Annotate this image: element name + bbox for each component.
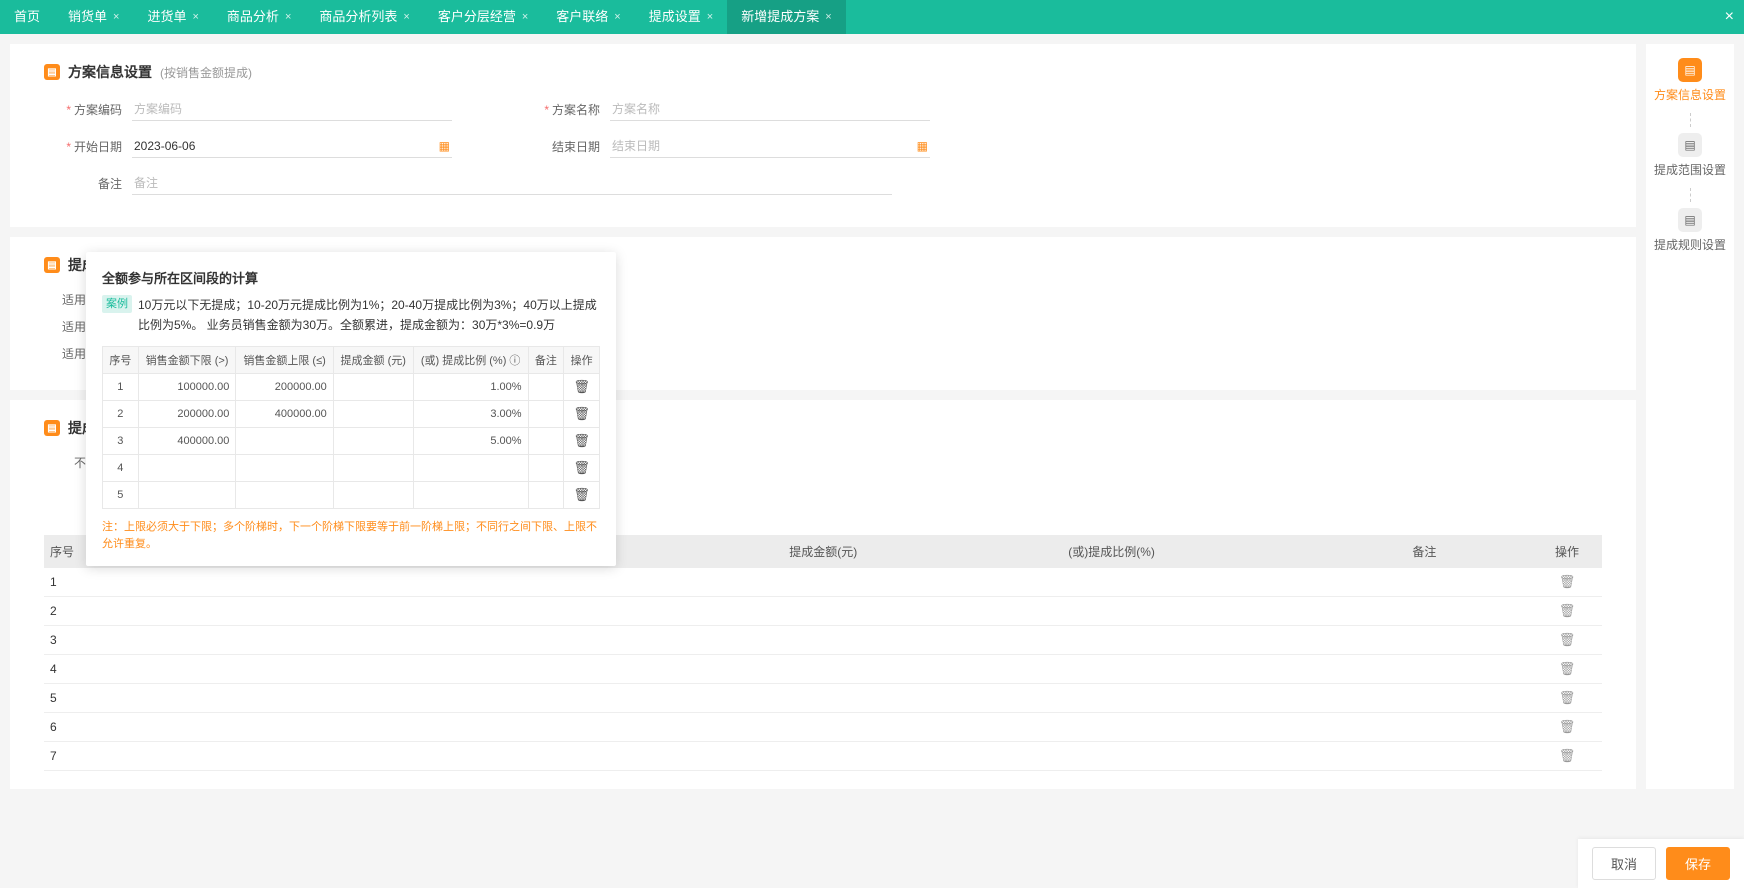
panel-icon: ▤ <box>44 64 60 80</box>
calendar-icon[interactable]: ▦ <box>917 139 928 153</box>
delete-icon[interactable]: 🗑 <box>564 481 600 508</box>
delete-icon[interactable]: 🗑 <box>1532 568 1602 597</box>
col-op: 操作 <box>1532 535 1602 568</box>
close-all-icon[interactable]: × <box>1725 8 1734 26</box>
delete-icon[interactable]: 🗑 <box>1532 742 1602 771</box>
rules-table: 序号 销售金额下限(>) 销售金额上限(≤) 提成金额(元) (或)提成比例(%… <box>44 535 1602 771</box>
anchor-nav: ▤ 方案信息设置 ▤ 提成范围设置 ▤ 提成规则设置 <box>1646 44 1734 789</box>
panel-plan-info: ▤ 方案信息设置 (按销售金额提成) 方案编码 方案名称 开始日期 <box>10 44 1636 227</box>
tooltip-table: 序号 销售金额下限 (>) 销售金额上限 (≤) 提成金额 (元) (或) 提成… <box>102 346 600 509</box>
close-icon[interactable]: × <box>285 0 291 34</box>
calendar-icon[interactable]: ▦ <box>439 139 450 153</box>
delete-icon[interactable]: 🗑 <box>564 400 600 427</box>
delete-icon[interactable]: 🗑 <box>1532 713 1602 742</box>
table-row[interactable]: 4🗑 <box>44 655 1602 684</box>
tooltip-title: 全额参与所在区间段的计算 <box>102 268 600 287</box>
step-icon: ▤ <box>1678 58 1702 82</box>
delete-icon[interactable]: 🗑 <box>564 427 600 454</box>
tab-home[interactable]: 首页 <box>0 0 54 34</box>
close-icon[interactable]: × <box>403 0 409 34</box>
tab-item[interactable]: 进货单× <box>133 0 212 34</box>
table-row[interactable]: 5🗑 <box>44 684 1602 713</box>
close-icon[interactable]: × <box>825 0 831 34</box>
close-icon[interactable]: × <box>113 0 119 34</box>
table-row: 5🗑 <box>103 481 600 508</box>
step-icon: ▤ <box>1678 133 1702 157</box>
code-input[interactable] <box>132 98 452 121</box>
table-row: 1100000.00200000.001.00%🗑 <box>103 373 600 400</box>
table-row[interactable]: 3🗑 <box>44 626 1602 655</box>
table-row[interactable]: 6🗑 <box>44 713 1602 742</box>
name-input[interactable] <box>610 98 930 121</box>
tab-item[interactable]: 提成设置× <box>635 0 727 34</box>
label-start: 开始日期 <box>54 138 122 155</box>
delete-icon[interactable]: 🗑 <box>564 373 600 400</box>
anchor-step-rules[interactable]: ▤ 提成规则设置 <box>1652 208 1728 253</box>
start-date-input[interactable] <box>132 135 452 158</box>
tooltip-badge: 案例 <box>102 295 132 313</box>
label-end: 结束日期 <box>532 138 600 155</box>
table-row: 2200000.00400000.003.00%🗑 <box>103 400 600 427</box>
label-name: 方案名称 <box>532 101 600 118</box>
label-code: 方案编码 <box>54 101 122 118</box>
note-input[interactable] <box>132 172 892 195</box>
end-date-input[interactable] <box>610 135 930 158</box>
tab-bar: 首页 销货单× 进货单× 商品分析× 商品分析列表× 客户分层经营× 客户联络×… <box>0 0 1744 34</box>
delete-icon[interactable]: 🗑 <box>1532 626 1602 655</box>
table-row[interactable]: 2🗑 <box>44 597 1602 626</box>
delete-icon[interactable]: 🗑 <box>564 454 600 481</box>
delete-icon[interactable]: 🗑 <box>1532 597 1602 626</box>
col-note: 备注 <box>1406 535 1532 568</box>
tooltip-desc: 10万元以下无提成；10-20万元提成比例为1%；20-40万提成比例为3%；4… <box>138 295 600 336</box>
tab-item[interactable]: 客户联络× <box>542 0 634 34</box>
table-row: 4🗑 <box>103 454 600 481</box>
panel-icon: ▤ <box>44 420 60 436</box>
delete-icon[interactable]: 🗑 <box>1532 655 1602 684</box>
tab-item[interactable]: 商品分析列表× <box>305 0 423 34</box>
close-icon[interactable]: × <box>522 0 528 34</box>
panel-subtitle: (按销售金额提成) <box>160 64 252 81</box>
label-note: 备注 <box>54 175 122 192</box>
footer-bar: 取消 保存 <box>1578 839 1744 888</box>
tooltip-note: 注：上限必须大于下限；多个阶梯时，下一个阶梯下限要等于前一阶梯上限；不同行之间下… <box>102 519 600 554</box>
table-row[interactable]: 1🗑 <box>44 568 1602 597</box>
anchor-step-scope[interactable]: ▤ 提成范围设置 <box>1652 133 1728 178</box>
calc-rule-tooltip: 全额参与所在区间段的计算 案例 10万元以下无提成；10-20万元提成比例为1%… <box>86 252 616 566</box>
table-row: 3400000.005.00%🗑 <box>103 427 600 454</box>
save-button[interactable]: 保存 <box>1666 847 1730 880</box>
tab-item[interactable]: 客户分层经营× <box>424 0 542 34</box>
cancel-button[interactable]: 取消 <box>1592 847 1656 880</box>
delete-icon[interactable]: 🗑 <box>1532 684 1602 713</box>
step-icon: ▤ <box>1678 208 1702 232</box>
tab-item[interactable]: 销货单× <box>54 0 133 34</box>
table-row[interactable]: 7🗑 <box>44 742 1602 771</box>
close-icon[interactable]: × <box>192 0 198 34</box>
close-icon[interactable]: × <box>707 0 713 34</box>
tab-item-active[interactable]: 新增提成方案× <box>727 0 845 34</box>
anchor-step-info[interactable]: ▤ 方案信息设置 <box>1652 58 1728 103</box>
panel-icon: ▤ <box>44 257 60 273</box>
col-amt: 提成金额(元) <box>783 535 1062 568</box>
panel-title: 方案信息设置 <box>68 62 152 82</box>
tab-item[interactable]: 商品分析× <box>213 0 305 34</box>
close-icon[interactable]: × <box>614 0 620 34</box>
col-pct: (或)提成比例(%) <box>1062 535 1406 568</box>
